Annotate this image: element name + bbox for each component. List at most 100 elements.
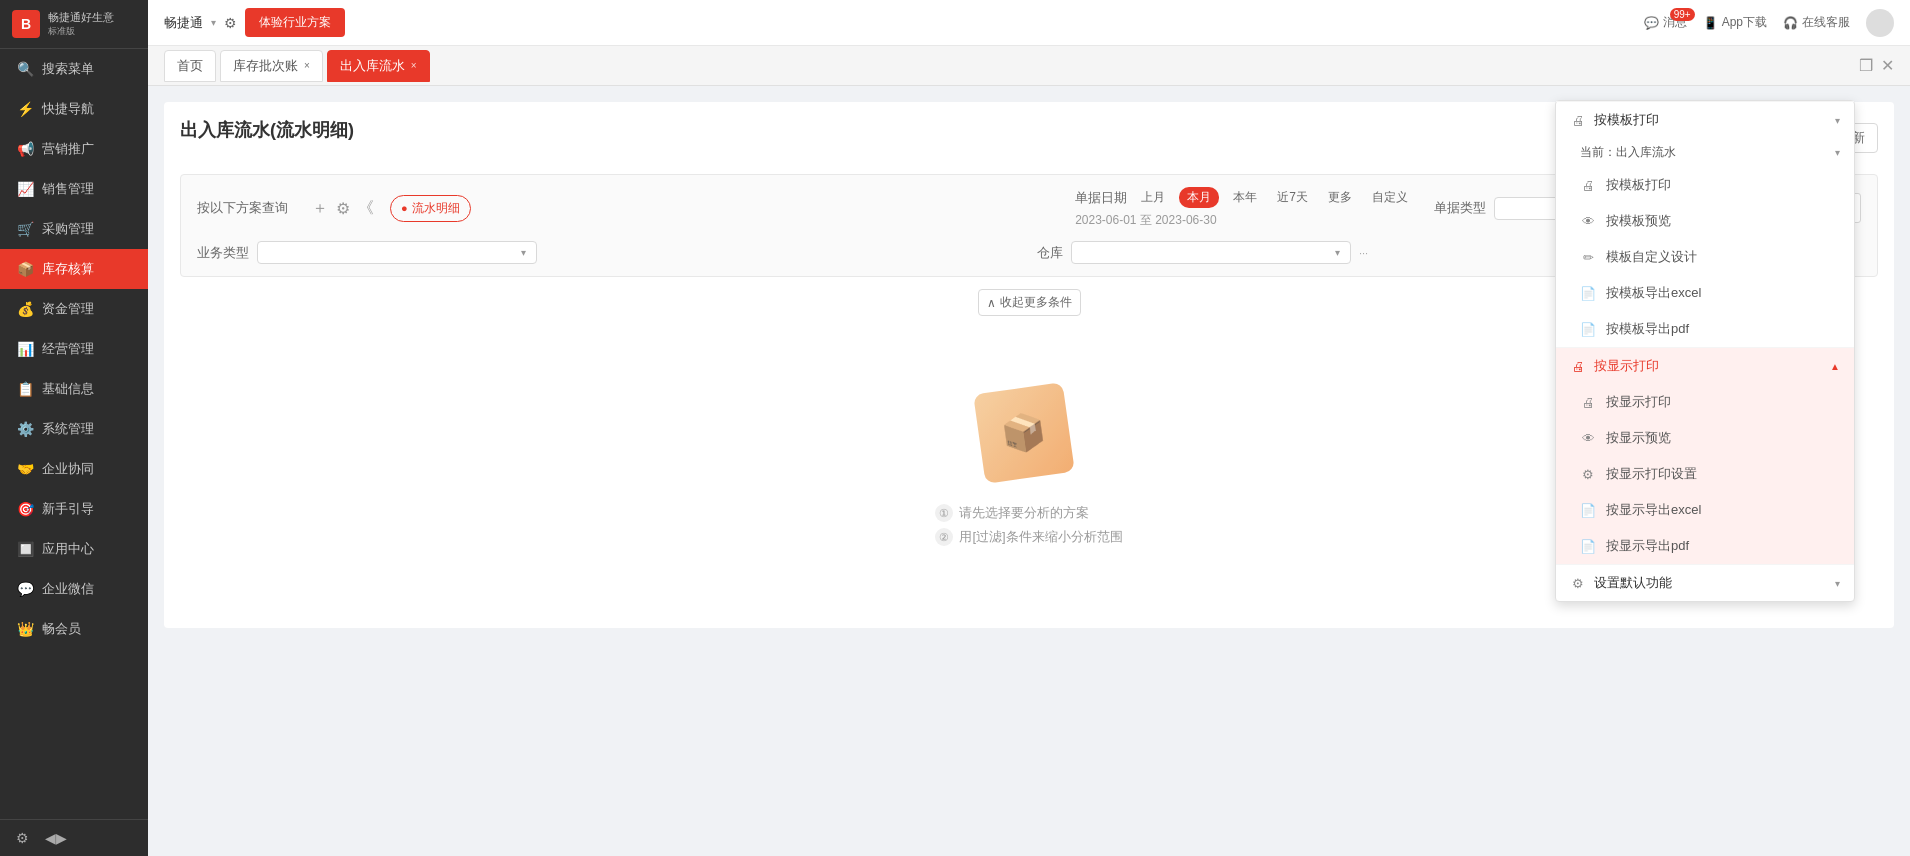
date-option-7days[interactable]: 近7天 <box>1271 187 1314 208</box>
sidebar-item-operation[interactable]: 📊 经营管理 <box>0 329 148 369</box>
display-section-arrow: ▲ <box>1830 361 1840 372</box>
template-print-section-label: 按模板打印 <box>1594 111 1659 129</box>
dropdown-template-excel-label: 按模板导出excel <box>1606 284 1701 302</box>
sidebar-item-sales[interactable]: 📈 销售管理 <box>0 169 148 209</box>
date-option-this-year[interactable]: 本年 <box>1227 187 1263 208</box>
set-default-icon: ⚙ <box>1570 575 1586 591</box>
sidebar-item-enterprise[interactable]: 🤝 企业协同 <box>0 449 148 489</box>
logo: B 畅捷通好生意 标准版 <box>12 10 136 38</box>
dropdown-display-preview-icon: 👁 <box>1580 430 1596 446</box>
set-default-label: 设置默认功能 <box>1594 574 1672 592</box>
date-option-more[interactable]: 更多 <box>1322 187 1358 208</box>
dropdown-display-pdf-label: 按显示导出pdf <box>1606 537 1689 555</box>
template-section-arrow: ▾ <box>1835 115 1840 126</box>
dropdown-item-template-preview[interactable]: 👁 按模板预览 <box>1556 203 1854 239</box>
sidebar-item-label: 系统管理 <box>42 420 94 438</box>
sidebar-item-basic[interactable]: 📋 基础信息 <box>0 369 148 409</box>
collapse-button[interactable]: ∧ 收起更多条件 <box>978 289 1081 316</box>
sidebar-item-purchase[interactable]: 🛒 采购管理 <box>0 209 148 249</box>
dropdown-item-template-export-pdf[interactable]: 📄 按模板导出pdf <box>1556 311 1854 347</box>
dropdown-display-preview-label: 按显示预览 <box>1606 429 1671 447</box>
tip-text-2: 用[过滤]条件来缩小分析范围 <box>959 528 1122 546</box>
search-actions: ＋ ⚙ 《 <box>312 198 374 219</box>
tab-bar: 首页 库存批次账 × 出入库流水 × ❒ ✕ <box>148 46 1910 86</box>
settings-condition-icon[interactable]: ⚙ <box>336 199 350 218</box>
toggle-sidebar-icon[interactable]: ◀▶ <box>45 830 67 846</box>
sidebar-item-marketing[interactable]: 📢 营销推广 <box>0 129 148 169</box>
tab-home[interactable]: 首页 <box>164 50 216 82</box>
business-type-label: 业务类型 <box>197 244 249 262</box>
trial-button[interactable]: 体验行业方案 <box>245 8 345 37</box>
close-tab-icon[interactable]: ✕ <box>1881 56 1894 75</box>
settings-footer-icon[interactable]: ⚙ <box>16 830 29 846</box>
sidebar-item-label: 库存核算 <box>42 260 94 278</box>
sidebar-item-label: 企业微信 <box>42 580 94 598</box>
dropdown-item-template-export-excel[interactable]: 📄 按模板导出excel <box>1556 275 1854 311</box>
dropdown-template-print-label: 按模板打印 <box>1606 176 1671 194</box>
app-download-label: App下载 <box>1722 14 1767 31</box>
date-label: 单据日期 <box>1075 189 1127 207</box>
business-type-arrow: ▾ <box>521 247 526 258</box>
add-condition-icon[interactable]: ＋ <box>312 198 328 219</box>
sidebar-item-appcenter[interactable]: 🔲 应用中心 <box>0 529 148 569</box>
sidebar-item-finance[interactable]: 💰 资金管理 <box>0 289 148 329</box>
warehouse-arrow: ▾ <box>1335 247 1340 258</box>
warehouse-more-icon[interactable]: ··· <box>1359 247 1368 259</box>
dropdown-item-template-custom[interactable]: ✏ 模板自定义设计 <box>1556 239 1854 275</box>
sidebar-nav: 🔍 搜索菜单 ⚡ 快捷导航 📢 营销推广 📈 销售管理 🛒 采购管理 📦 <box>0 49 148 819</box>
collapse-condition-icon[interactable]: 《 <box>358 198 374 219</box>
tab-stock-flow[interactable]: 出入库流水 × <box>327 50 430 82</box>
tip-num-2: ② <box>935 528 953 546</box>
topbar-settings-icon[interactable]: ⚙ <box>224 15 237 31</box>
sidebar-item-quick-nav[interactable]: ⚡ 快捷导航 <box>0 89 148 129</box>
date-filter: 单据日期 上月 本月 本年 近7天 更多 自定义 <box>1075 187 1414 208</box>
dropdown-item-display-preview[interactable]: 👁 按显示预览 <box>1556 420 1854 456</box>
avatar[interactable] <box>1866 9 1894 37</box>
set-default-section[interactable]: ⚙ 设置默认功能 ▾ <box>1556 564 1854 601</box>
close-stock-flow-icon[interactable]: × <box>411 60 417 71</box>
date-filter-group: 单据日期 上月 本月 本年 近7天 更多 自定义 2023-06-01 至 20… <box>1075 187 1414 229</box>
dropdown-item-display-pdf[interactable]: 📄 按显示导出pdf <box>1556 528 1854 564</box>
sidebar-item-search[interactable]: 🔍 搜索菜单 <box>0 49 148 89</box>
membership-icon: 👑 <box>16 620 34 638</box>
date-option-this-month[interactable]: 本月 <box>1179 187 1219 208</box>
app-download-btn[interactable]: 📱 App下载 <box>1703 14 1767 31</box>
date-option-custom[interactable]: 自定义 <box>1366 187 1414 208</box>
dropdown-display-print-icon: 🖨 <box>1580 394 1596 410</box>
user-dropdown-arrow[interactable]: ▾ <box>211 17 216 28</box>
tip-item-1: ① 请先选择要分析的方案 <box>935 504 1122 522</box>
sidebar-item-inventory[interactable]: 📦 库存核算 <box>0 249 148 289</box>
sales-icon: 📈 <box>16 180 34 198</box>
sidebar-item-membership[interactable]: 👑 畅会员 <box>0 609 148 649</box>
sidebar-item-label: 经营管理 <box>42 340 94 358</box>
sidebar-item-label: 企业协同 <box>42 460 94 478</box>
warehouse-select[interactable]: ▾ <box>1071 241 1351 264</box>
sidebar-item-label: 快捷导航 <box>42 100 94 118</box>
display-print-section[interactable]: 🖨 按显示打印 ▲ <box>1556 347 1854 384</box>
sidebar-footer: ⚙ ◀▶ <box>0 819 148 856</box>
phone-icon: 📱 <box>1703 16 1718 30</box>
customer-service-btn[interactable]: 🎧 在线客服 <box>1783 14 1850 31</box>
current-template-arrow: ▾ <box>1835 147 1840 158</box>
sidebar-item-label: 销售管理 <box>42 180 94 198</box>
messages-badge: 99+ <box>1670 8 1695 21</box>
dropdown-item-template-print[interactable]: 🖨 按模板打印 <box>1556 167 1854 203</box>
sidebar-item-beginner[interactable]: 🎯 新手引导 <box>0 489 148 529</box>
tab-actions: ❒ ✕ <box>1859 56 1894 75</box>
tip-item-2: ② 用[过滤]条件来缩小分析范围 <box>935 528 1122 546</box>
sidebar-item-wechat[interactable]: 💬 企业微信 <box>0 569 148 609</box>
dropdown-item-display-print[interactable]: 🖨 按显示打印 <box>1556 384 1854 420</box>
sidebar-item-system[interactable]: ⚙️ 系统管理 <box>0 409 148 449</box>
tab-inventory-batch[interactable]: 库存批次账 × <box>220 50 323 82</box>
message-icon: 💬 <box>1644 16 1659 30</box>
close-inventory-batch-icon[interactable]: × <box>304 60 310 71</box>
business-type-select[interactable]: ▾ <box>257 241 537 264</box>
filter-tag[interactable]: ● 流水明细 <box>390 195 471 222</box>
dropdown-item-display-settings[interactable]: ⚙ 按显示打印设置 <box>1556 456 1854 492</box>
date-option-last-month[interactable]: 上月 <box>1135 187 1171 208</box>
template-print-section[interactable]: 🖨 按模板打印 ▾ <box>1556 101 1854 138</box>
restore-tab-icon[interactable]: ❒ <box>1859 56 1873 75</box>
dropdown-item-display-excel[interactable]: 📄 按显示导出excel <box>1556 492 1854 528</box>
messages-btn[interactable]: 💬 消息 99+ <box>1644 14 1687 31</box>
set-default-section-content: ⚙ 设置默认功能 <box>1570 574 1672 592</box>
